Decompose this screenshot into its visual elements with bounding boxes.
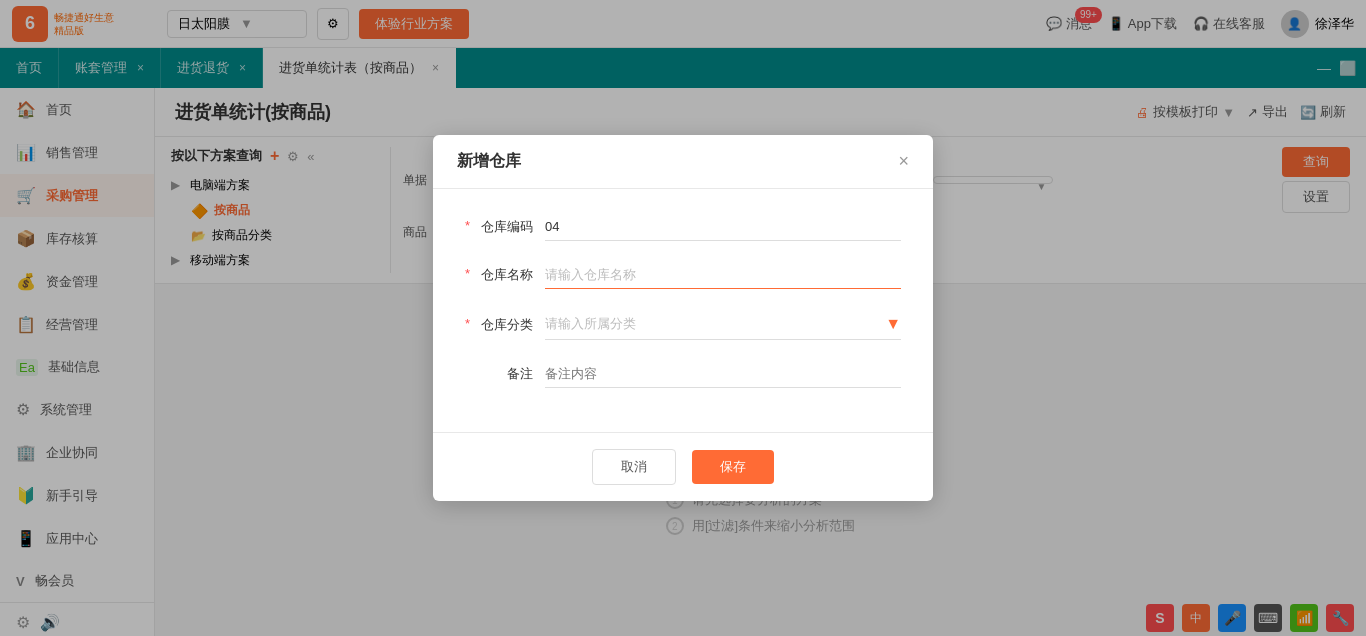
name-input[interactable] xyxy=(545,261,901,289)
remark-input[interactable] xyxy=(545,360,901,388)
modal-overlay[interactable]: 新增仓库 × 仓库编码 仓库名称 仓库分类 请输入所属分类 ▼ xyxy=(0,0,1366,636)
form-row-category: 仓库分类 请输入所属分类 ▼ xyxy=(465,309,901,340)
category-label: 仓库分类 xyxy=(465,316,545,334)
save-button[interactable]: 保存 xyxy=(692,450,774,484)
cancel-button[interactable]: 取消 xyxy=(592,449,676,485)
modal-footer: 取消 保存 xyxy=(433,432,933,501)
chevron-down-icon: ▼ xyxy=(885,315,901,333)
form-row-code: 仓库编码 xyxy=(465,213,901,241)
name-label: 仓库名称 xyxy=(465,266,545,284)
form-row-remark: 备注 xyxy=(465,360,901,388)
category-select[interactable]: 请输入所属分类 ▼ xyxy=(545,309,901,340)
modal-close-button[interactable]: × xyxy=(898,151,909,172)
remark-label: 备注 xyxy=(465,365,545,383)
modal-header: 新增仓库 × xyxy=(433,135,933,189)
modal-body: 仓库编码 仓库名称 仓库分类 请输入所属分类 ▼ 备注 xyxy=(433,189,933,432)
form-row-name: 仓库名称 xyxy=(465,261,901,289)
add-warehouse-modal: 新增仓库 × 仓库编码 仓库名称 仓库分类 请输入所属分类 ▼ xyxy=(433,135,933,501)
code-input[interactable] xyxy=(545,213,901,241)
code-label: 仓库编码 xyxy=(465,218,545,236)
modal-title: 新增仓库 xyxy=(457,151,521,172)
